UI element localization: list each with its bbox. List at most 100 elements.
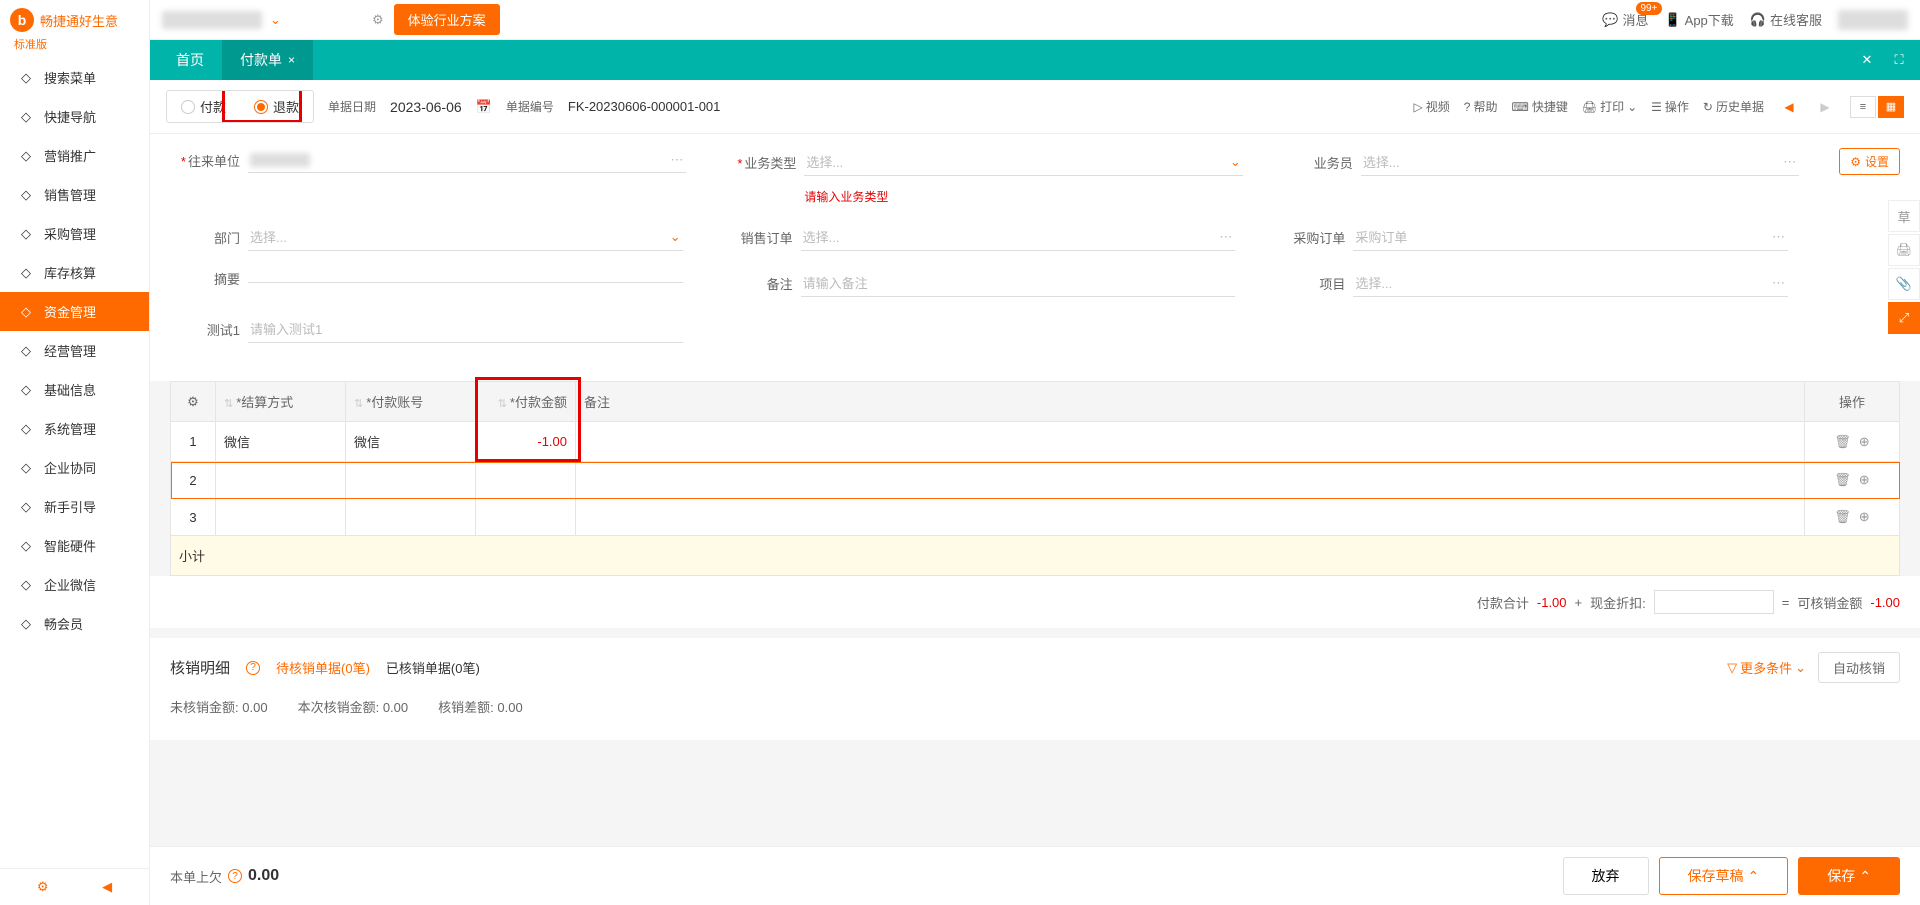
radio-payment[interactable]: 付款 <box>167 91 240 122</box>
col-amount[interactable]: *付款金额 <box>476 382 576 422</box>
sidebar-item-11[interactable]: ◇新手引导 <box>0 487 149 526</box>
print-link[interactable]: 🖨打印⌄ <box>1582 98 1637 115</box>
sidebar-item-10[interactable]: ◇企业协同 <box>0 448 149 487</box>
delete-row-icon[interactable]: 🗑 <box>1834 509 1851 525</box>
purchase-order-select[interactable]: 采购订单⋯ <box>1353 223 1788 251</box>
settings-button[interactable]: ⚙设置 <box>1839 148 1900 175</box>
test1-input[interactable]: 请输入测试1 <box>248 315 683 343</box>
col-account[interactable]: *付款账号 <box>346 382 476 422</box>
team-icon: ◇ <box>18 460 34 476</box>
salesman-select[interactable]: 选择...⋯ <box>1361 148 1799 176</box>
sidebar-item-1[interactable]: ◇快捷导航 <box>0 97 149 136</box>
next-doc-button[interactable]: ▶ <box>1814 96 1836 118</box>
save-button[interactable]: 保存⌃ <box>1798 857 1900 895</box>
lookup-icon[interactable]: ⋯ <box>1772 229 1786 245</box>
fullscreen-icon[interactable]: ⛶ <box>1886 47 1912 73</box>
sidebar-item-0[interactable]: ◇搜索菜单 <box>0 58 149 97</box>
table-row[interactable]: 2🗑⊕ <box>171 462 1900 499</box>
chart-icon: ◇ <box>18 343 34 359</box>
trial-button[interactable]: 体验行业方案 <box>394 4 500 35</box>
sales-order-select[interactable]: 选择...⋯ <box>801 223 1236 251</box>
sidebar-item-14[interactable]: ◇畅会员 <box>0 604 149 643</box>
tab-payment[interactable]: 付款单 × <box>222 40 313 80</box>
tab-pending[interactable]: 待核销单据(0笔) <box>276 658 370 677</box>
customer-service-link[interactable]: 🎧 在线客服 <box>1750 10 1822 29</box>
view-list-button[interactable]: ≡ <box>1850 96 1876 118</box>
remark-input[interactable]: 请输入备注 <box>801 269 1236 297</box>
more-filter-link[interactable]: ▽更多条件⌄ <box>1727 658 1806 677</box>
auto-writeoff-button[interactable]: 自动核销 <box>1818 652 1900 683</box>
tab-close-all-icon[interactable]: ✕ <box>1854 47 1880 73</box>
table-row[interactable]: 1微信微信-1.00🗑⊕ <box>171 422 1900 462</box>
delete-row-icon[interactable]: 🗑 <box>1834 434 1851 450</box>
sidebar-item-13[interactable]: ◇企业微信 <box>0 565 149 604</box>
col-remark[interactable]: 备注 <box>576 382 1805 422</box>
sidebar-item-2[interactable]: ◇营销推广 <box>0 136 149 175</box>
prev-doc-button[interactable]: ◀ <box>1778 96 1800 118</box>
play-icon: ▷ <box>1414 100 1423 114</box>
sidebar-item-6[interactable]: ◇资金管理 <box>0 292 149 331</box>
sidebar: b 畅捷通好生意 标准版 ◇搜索菜单◇快捷导航◇营销推广◇销售管理◇采购管理◇库… <box>0 0 150 905</box>
sidebar-item-9[interactable]: ◇系统管理 <box>0 409 149 448</box>
messages-link[interactable]: 💬 消息 99+ <box>1602 10 1648 29</box>
table-row[interactable]: 3🗑⊕ <box>171 499 1900 536</box>
payment-table: ⚙ *结算方式 *付款账号 *付款金额 备注 操作 1微信微信-1.00🗑⊕2🗑… <box>170 381 1900 576</box>
help-link[interactable]: ?帮助 <box>1464 98 1498 115</box>
history-link[interactable]: ↻历史单据 <box>1703 98 1764 115</box>
help-icon[interactable]: ? <box>246 661 260 675</box>
view-card-button[interactable]: ▦ <box>1878 96 1904 118</box>
col-gear[interactable]: ⚙ <box>171 382 216 422</box>
project-select[interactable]: 选择...⋯ <box>1353 269 1788 297</box>
cash-discount-input[interactable] <box>1654 590 1774 614</box>
collapse-icon[interactable]: ◀ <box>102 879 112 895</box>
abandon-button[interactable]: 放弃 <box>1563 857 1649 895</box>
date-value[interactable]: 2023-06-06 <box>390 99 462 115</box>
sidebar-item-5[interactable]: ◇库存核算 <box>0 253 149 292</box>
app-download-link[interactable]: 📱 App下载 <box>1664 10 1733 29</box>
rail-expand-icon[interactable]: ⤢ <box>1888 302 1920 334</box>
logo-icon: b <box>10 8 34 32</box>
add-row-icon[interactable]: ⊕ <box>1859 472 1870 488</box>
sidebar-item-3[interactable]: ◇销售管理 <box>0 175 149 214</box>
sidebar-item-4[interactable]: ◇采购管理 <box>0 214 149 253</box>
ops-link[interactable]: ☰操作 <box>1651 98 1689 115</box>
sidebar-item-7[interactable]: ◇经营管理 <box>0 331 149 370</box>
close-icon[interactable]: × <box>288 53 295 67</box>
rail-draft-icon[interactable]: 草 <box>1888 200 1920 232</box>
calendar-icon[interactable]: 📅 <box>476 99 492 115</box>
tab-home[interactable]: 首页 <box>158 40 222 80</box>
help-icon[interactable]: ? <box>228 869 242 883</box>
unit-input[interactable]: ⋯ <box>248 148 686 173</box>
summary-input[interactable] <box>248 274 683 283</box>
lookup-icon[interactable]: ⋯ <box>1772 275 1786 291</box>
shortcut-link[interactable]: ⌨快捷键 <box>1511 98 1567 115</box>
writeoff-detail: 核销明细 ? 待核销单据(0笔) 已核销单据(0笔) ▽更多条件⌄ 自动核销 未… <box>150 638 1920 740</box>
sidebar-item-8[interactable]: ◇基础信息 <box>0 370 149 409</box>
gear-icon[interactable]: ⚙ <box>372 12 384 28</box>
add-row-icon[interactable]: ⊕ <box>1859 509 1870 525</box>
rail-attach-icon[interactable]: 📎 <box>1888 268 1920 300</box>
settings-icon[interactable]: ⚙ <box>37 879 49 895</box>
add-row-icon[interactable]: ⊕ <box>1859 434 1870 450</box>
col-method[interactable]: *结算方式 <box>216 382 346 422</box>
save-draft-button[interactable]: 保存草稿⌃ <box>1659 857 1789 895</box>
delete-row-icon[interactable]: 🗑 <box>1834 472 1851 488</box>
sidebar-item-12[interactable]: ◇智能硬件 <box>0 526 149 565</box>
chevron-up-icon: ⌃ <box>1859 868 1871 885</box>
lookup-icon[interactable]: ⋯ <box>1219 229 1233 245</box>
filter-icon: ▽ <box>1727 660 1737 676</box>
radio-refund[interactable]: 退款 <box>240 91 313 122</box>
biztype-select[interactable]: 选择...⌄ <box>804 148 1242 176</box>
megaphone-icon: ◇ <box>18 148 34 164</box>
dept-select[interactable]: 选择...⌄ <box>248 223 683 251</box>
lookup-icon[interactable]: ⋯ <box>670 152 684 168</box>
rail-print-icon[interactable]: 🖨 <box>1888 234 1920 266</box>
vip-icon: ◇ <box>18 616 34 632</box>
headset-icon: 🎧 <box>1750 12 1766 28</box>
lookup-icon[interactable]: ⋯ <box>1783 154 1797 170</box>
company-selector[interactable]: ⌄ <box>162 11 362 29</box>
tab-done[interactable]: 已核销单据(0笔) <box>386 658 480 677</box>
summary-bar: 付款合计 -1.00 + 现金折扣: = 可核销金额 -1.00 <box>150 576 1920 628</box>
user-avatar[interactable] <box>1838 10 1908 30</box>
video-link[interactable]: ▷视频 <box>1414 98 1450 115</box>
